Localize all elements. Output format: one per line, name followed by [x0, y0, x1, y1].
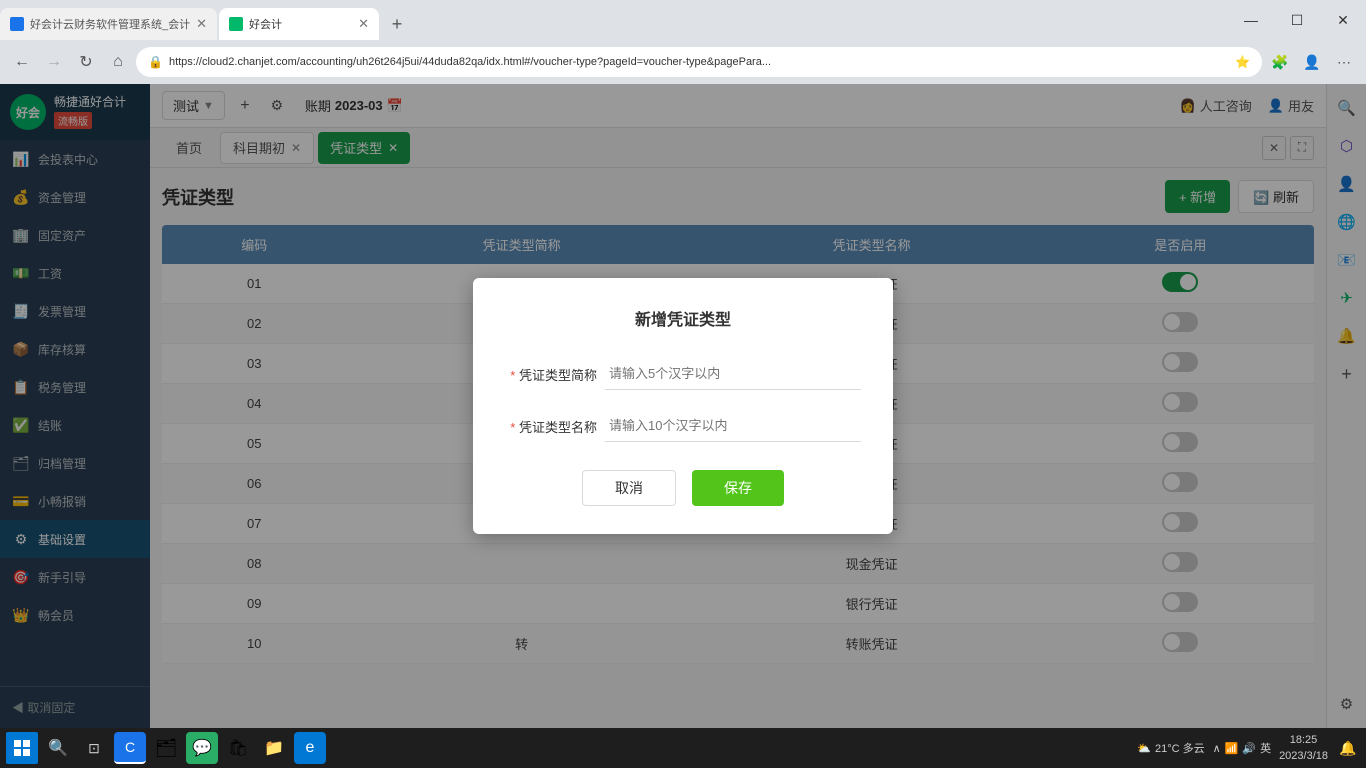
modal-title: 新增凭证类型 [505, 306, 861, 330]
extensions-button[interactable]: 🧩 [1266, 48, 1294, 76]
address-bar[interactable]: 🔒 https://cloud2.chanjet.com/accounting/… [136, 47, 1262, 77]
short-name-input[interactable] [605, 358, 861, 390]
back-button[interactable]: ← [8, 48, 36, 76]
search-taskbar[interactable]: 🔍 [42, 732, 74, 764]
forward-button[interactable]: → [40, 48, 68, 76]
home-button[interactable]: ⌂ [104, 48, 132, 76]
modal-overlay: 新增凭证类型 * 凭证类型简称 * 凭证类型名称 取消 保存 [0, 84, 1366, 728]
profile-button[interactable]: 👤 [1298, 48, 1326, 76]
close-button[interactable]: ✕ [1320, 4, 1366, 36]
short-name-label: * 凭证类型简称 [505, 365, 605, 384]
browser-chrome: 好会计云财务软件管理系统_会计 ✕ 好会计 ✕ + — ☐ ✕ ← → ↻ ⌂ … [0, 0, 1366, 84]
tab-2-label: 好会计 [249, 16, 352, 32]
maximize-button[interactable]: ☐ [1274, 4, 1320, 36]
address-text: https://cloud2.chanjet.com/accounting/uh… [169, 56, 1229, 68]
notification-center[interactable]: 🔔 [1336, 736, 1360, 760]
start-button[interactable] [6, 732, 38, 764]
minimize-button[interactable]: — [1228, 4, 1274, 36]
modal-footer: 取消 保存 [505, 470, 861, 506]
tab-1-close[interactable]: ✕ [196, 16, 207, 32]
browser-tab-2[interactable]: 好会计 ✕ [219, 8, 379, 40]
clock[interactable]: 18:25 2023/3/18 [1279, 732, 1328, 765]
full-name-row: * 凭证类型名称 [505, 410, 861, 442]
browser-tab-1[interactable]: 好会计云财务软件管理系统_会计 ✕ [0, 8, 217, 40]
taskview-button[interactable]: ⊡ [78, 732, 110, 764]
system-tray[interactable]: ∧ 📶 🔊 英 [1213, 740, 1271, 756]
taskbar: 🔍 ⊡ C 🗂 💬 🛍 📁 e ⛅ 21°C 多云 ∧ 📶 🔊 英 18:25 … [0, 728, 1366, 768]
more-button[interactable]: ⋯ [1330, 48, 1358, 76]
cancel-button[interactable]: 取消 [582, 470, 676, 506]
taskbar-explorer[interactable]: 🗂 [150, 732, 182, 764]
reload-button[interactable]: ↻ [72, 48, 100, 76]
taskbar-right: ⛅ 21°C 多云 ∧ 📶 🔊 英 18:25 2023/3/18 🔔 [1137, 732, 1360, 765]
taskbar-wechat[interactable]: 💬 [186, 732, 218, 764]
modal-dialog: 新增凭证类型 * 凭证类型简称 * 凭证类型名称 取消 保存 [473, 278, 893, 534]
tab-2-close[interactable]: ✕ [358, 16, 369, 32]
full-name-label: * 凭证类型名称 [505, 417, 605, 436]
weather-info: ⛅ 21°C 多云 [1137, 740, 1204, 756]
save-button[interactable]: 保存 [692, 470, 784, 506]
taskbar-chrome[interactable]: C [114, 732, 146, 764]
taskbar-folder[interactable]: 📁 [258, 732, 290, 764]
taskbar-edge[interactable]: e [294, 732, 326, 764]
tab-1-label: 好会计云财务软件管理系统_会计 [30, 16, 190, 32]
new-tab-button[interactable]: + [381, 8, 413, 40]
taskbar-store[interactable]: 🛍 [222, 732, 254, 764]
short-name-row: * 凭证类型简称 [505, 358, 861, 390]
full-name-input[interactable] [605, 410, 861, 442]
